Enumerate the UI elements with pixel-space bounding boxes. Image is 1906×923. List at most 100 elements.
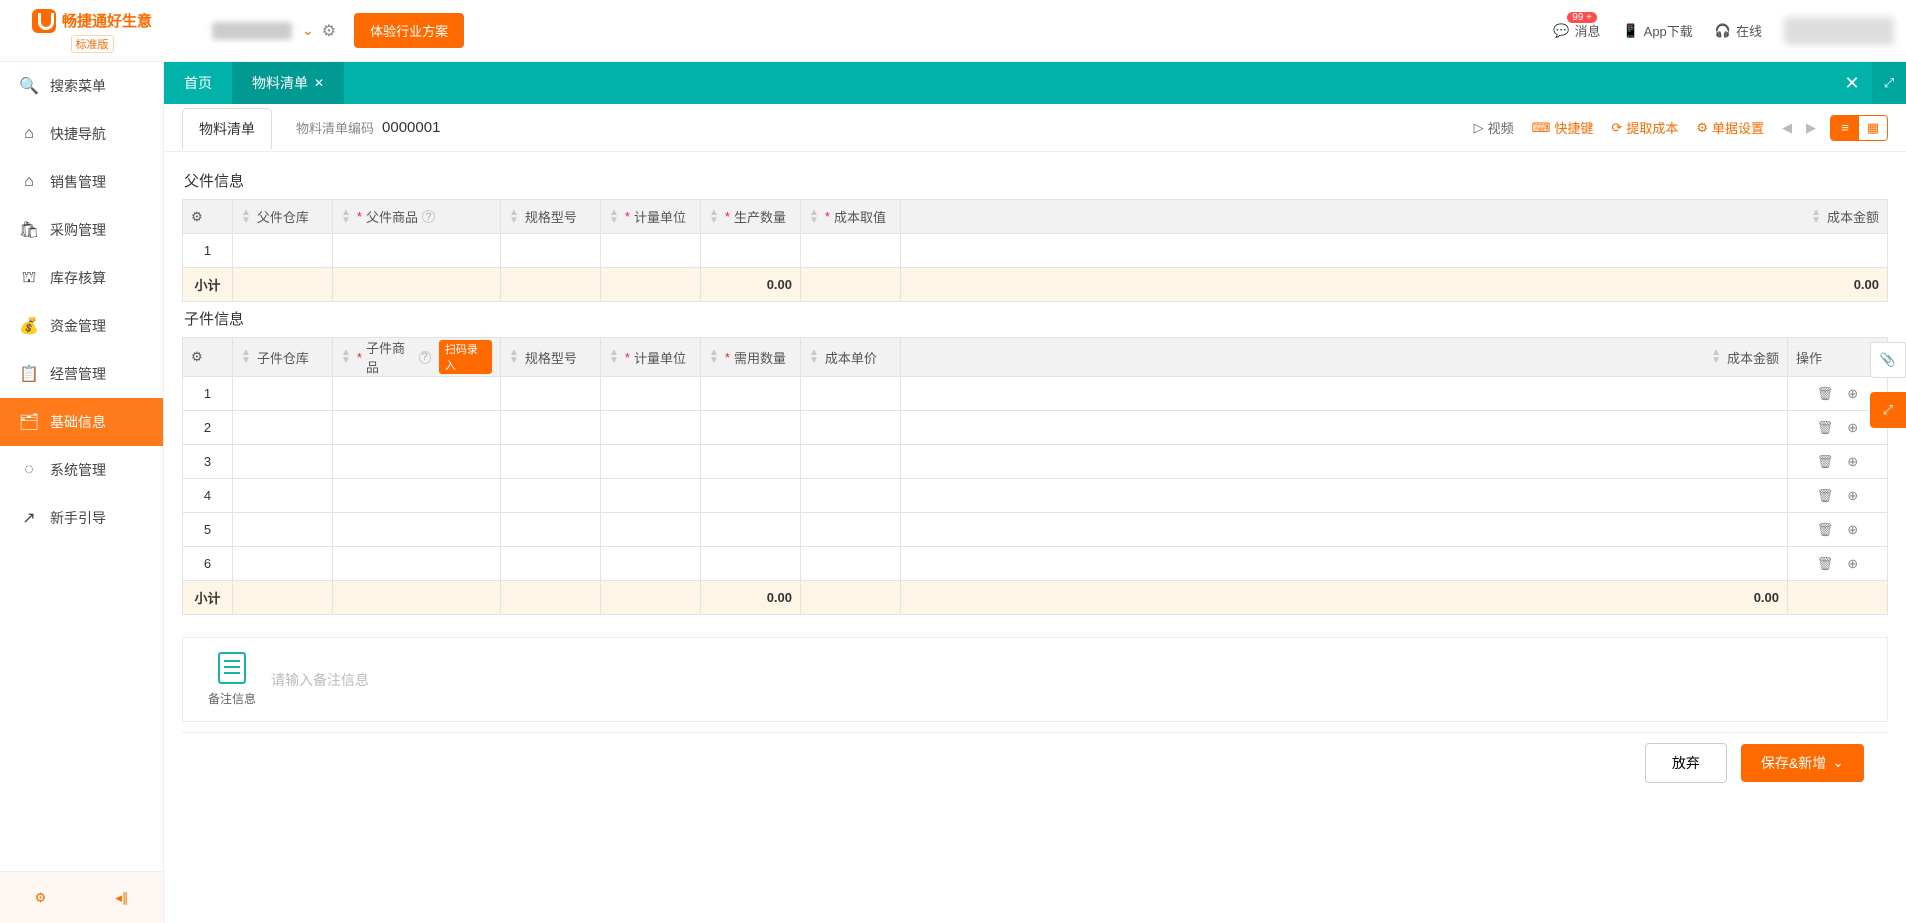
sidebar-item-5[interactable]: 💰资金管理	[0, 302, 163, 350]
sidebar-item-6[interactable]: 📋经营管理	[0, 350, 163, 398]
col-child-unit[interactable]: ▲▼*计量单位	[601, 338, 701, 377]
collapse-sidebar-icon[interactable]: ◂∥	[115, 890, 128, 906]
close-all-tabs-icon[interactable]: ✕	[1832, 73, 1872, 94]
col-parent-qty[interactable]: ▲▼*生产数量	[701, 200, 801, 234]
chevron-down-icon: ⌄	[1832, 754, 1844, 771]
table-row[interactable]: 2🗑⊕	[183, 411, 1888, 445]
table-row[interactable]: 1🗑⊕	[183, 377, 1888, 411]
table-row[interactable]: 5🗑⊕	[183, 513, 1888, 547]
chat-icon: 💬	[1553, 23, 1569, 39]
headset-icon: 🎧	[1715, 23, 1731, 39]
messages-link[interactable]: 💬 消息 99 +	[1553, 21, 1600, 40]
support-label: 在线	[1736, 21, 1762, 40]
sidebar-footer: ⚙ ◂∥	[0, 871, 163, 923]
sidebar-item-label: 采购管理	[50, 220, 106, 240]
parent-subtotal-amount: 0.00	[901, 268, 1888, 302]
trial-button[interactable]: 体验行业方案	[354, 13, 464, 48]
doc-tab[interactable]: 物料清单	[182, 108, 272, 149]
logo-icon	[32, 9, 56, 33]
parent-table: ⚙ ▲▼父件仓库 ▲▼*父件商品? ▲▼规格型号 ▲▼*计量单位 ▲▼*生产数量…	[182, 199, 1888, 302]
remark-input[interactable]	[267, 652, 1873, 707]
gear-icon[interactable]: ⚙	[322, 21, 336, 41]
pager: ◀ ▶	[1778, 118, 1820, 138]
app-download-link[interactable]: 📱 App下载	[1622, 21, 1692, 40]
view-grid-button[interactable]: ▦	[1859, 116, 1887, 140]
add-row-icon[interactable]: ⊕	[1847, 522, 1858, 538]
sidebar-item-1[interactable]: ⌂快捷导航	[0, 110, 163, 158]
table-row[interactable]: 3🗑⊕	[183, 445, 1888, 479]
chevron-down-icon: ⌄	[302, 22, 314, 39]
remark-label: 备注信息	[208, 690, 256, 707]
sidebar-item-7[interactable]: 🗂基础信息	[0, 398, 163, 446]
col-child-product[interactable]: ▲▼*子件商品?扫码录入	[333, 338, 501, 377]
video-link[interactable]: ▷视频	[1474, 118, 1514, 137]
footer-bar: 放弃 保存&新增 ⌄	[182, 732, 1888, 792]
brand-edition: 标准版	[71, 35, 114, 53]
table-row[interactable]: 4🗑⊕	[183, 479, 1888, 513]
col-parent-product[interactable]: ▲▼*父件商品?	[333, 200, 501, 234]
prev-page-icon[interactable]: ◀	[1778, 118, 1796, 138]
view-toggle: ≡ ▦	[1830, 115, 1888, 141]
child-table: ⚙ ▲▼子件仓库 ▲▼*子件商品?扫码录入 ▲▼规格型号 ▲▼*计量单位 ▲▼*…	[182, 337, 1888, 615]
add-row-icon[interactable]: ⊕	[1847, 420, 1858, 436]
logo: 畅捷通好生意 标准版	[12, 9, 172, 53]
expand-tabs-icon[interactable]: ⤢	[1872, 62, 1906, 104]
help-icon[interactable]: ?	[419, 351, 431, 364]
delete-row-icon[interactable]: 🗑	[1817, 454, 1834, 470]
gear-icon[interactable]: ⚙	[191, 349, 203, 364]
tab-bom[interactable]: 物料清单 ✕	[232, 62, 344, 104]
table-row[interactable]: 1	[183, 234, 1888, 268]
col-child-qty[interactable]: ▲▼*需用数量	[701, 338, 801, 377]
col-child-spec[interactable]: ▲▼规格型号	[501, 338, 601, 377]
col-parent-unit[interactable]: ▲▼*计量单位	[601, 200, 701, 234]
company-selector[interactable]: ⌄	[212, 22, 314, 40]
user-avatar-blurred[interactable]	[1784, 17, 1894, 45]
app-download-label: App下载	[1644, 21, 1693, 40]
gear-icon[interactable]: ⚙	[191, 209, 203, 224]
support-link[interactable]: 🎧 在线	[1715, 21, 1762, 40]
fullscreen-button[interactable]: ⤢	[1870, 392, 1906, 428]
add-row-icon[interactable]: ⊕	[1847, 488, 1858, 504]
sidebar-item-2[interactable]: ⌂销售管理	[0, 158, 163, 206]
col-parent-spec[interactable]: ▲▼规格型号	[501, 200, 601, 234]
col-child-amount[interactable]: ▲▼成本金额	[901, 338, 1788, 377]
col-parent-costmode[interactable]: ▲▼*成本取值	[801, 200, 901, 234]
col-parent-warehouse[interactable]: ▲▼父件仓库	[233, 200, 333, 234]
add-row-icon[interactable]: ⊕	[1847, 556, 1858, 572]
sidebar-item-3[interactable]: 🛍采购管理	[0, 206, 163, 254]
discard-button[interactable]: 放弃	[1645, 743, 1727, 783]
doc-settings-link[interactable]: ⚙单据设置	[1696, 118, 1764, 137]
doc-code-label: 物料清单编码	[296, 118, 374, 137]
delete-row-icon[interactable]: 🗑	[1817, 386, 1834, 402]
sidebar-item-0[interactable]: 🔍搜索菜单	[0, 62, 163, 110]
add-row-icon[interactable]: ⊕	[1847, 386, 1858, 402]
settings-icon[interactable]: ⚙	[35, 890, 47, 906]
sidebar-icon: 💰	[20, 317, 38, 335]
next-page-icon[interactable]: ▶	[1802, 118, 1820, 138]
shortcut-link[interactable]: ⌨快捷键	[1532, 118, 1594, 137]
sidebar-item-9[interactable]: ↗新手引导	[0, 494, 163, 542]
view-list-button[interactable]: ≡	[1831, 116, 1859, 140]
extract-cost-link[interactable]: ⟳提取成本	[1611, 118, 1678, 137]
sidebar-item-8[interactable]: ◌系统管理	[0, 446, 163, 494]
delete-row-icon[interactable]: 🗑	[1817, 420, 1834, 436]
help-icon[interactable]: ?	[422, 210, 435, 223]
add-row-icon[interactable]: ⊕	[1847, 454, 1858, 470]
sidebar-item-label: 快捷导航	[50, 124, 106, 144]
close-icon[interactable]: ✕	[314, 76, 324, 90]
col-child-warehouse[interactable]: ▲▼子件仓库	[233, 338, 333, 377]
attachment-button[interactable]: 📎	[1870, 342, 1906, 378]
sidebar-icon: 📋	[20, 365, 38, 383]
messages-label: 消息	[1574, 21, 1600, 40]
col-parent-amount[interactable]: ▲▼成本金额	[901, 200, 1888, 234]
delete-row-icon[interactable]: 🗑	[1817, 556, 1834, 572]
sidebar-item-4[interactable]: ⛫库存核算	[0, 254, 163, 302]
scan-input-tag[interactable]: 扫码录入	[439, 340, 492, 374]
save-and-new-button[interactable]: 保存&新增 ⌄	[1741, 744, 1864, 782]
table-row[interactable]: 6🗑⊕	[183, 547, 1888, 581]
col-child-price[interactable]: ▲▼成本单价	[801, 338, 901, 377]
doc-code: 0000001	[382, 119, 440, 136]
delete-row-icon[interactable]: 🗑	[1817, 488, 1834, 504]
tab-home[interactable]: 首页	[164, 62, 232, 104]
delete-row-icon[interactable]: 🗑	[1817, 522, 1834, 538]
